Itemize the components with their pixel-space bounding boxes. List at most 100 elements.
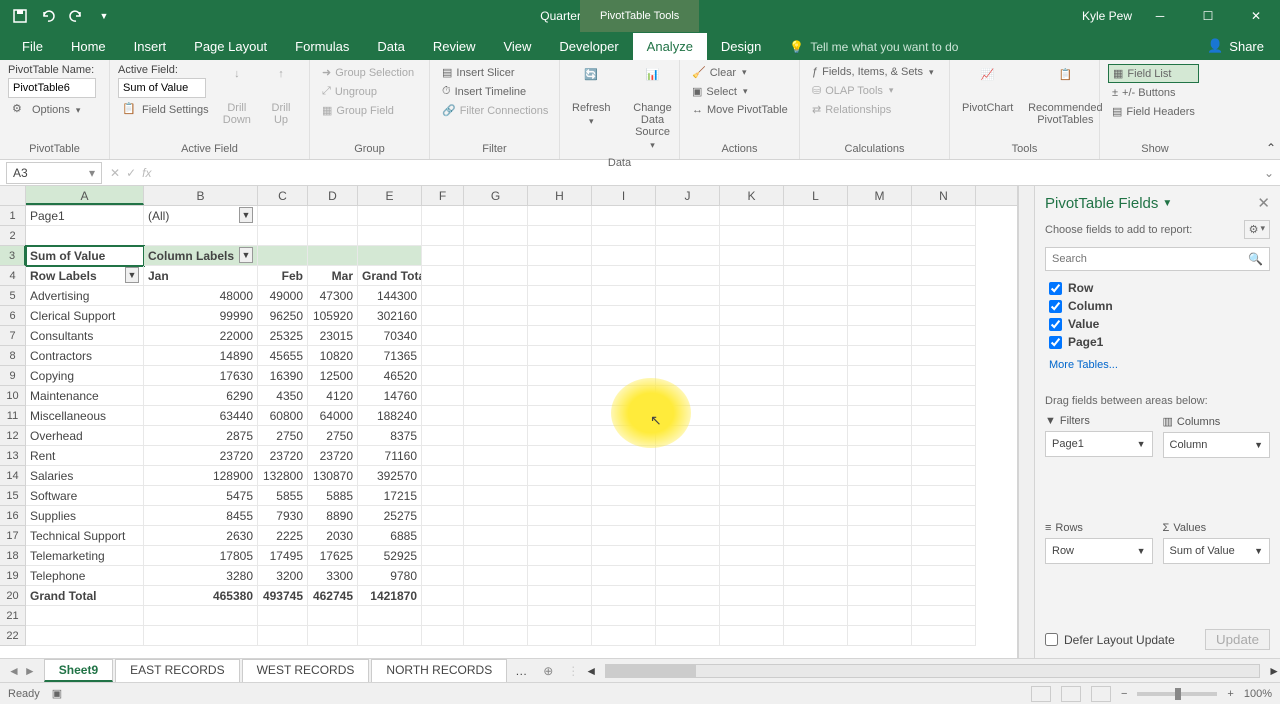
area-columns-item[interactable]: Column▼ xyxy=(1163,432,1271,458)
area-filters-item[interactable]: Page1▼ xyxy=(1045,431,1153,457)
cell[interactable] xyxy=(656,266,720,286)
redo-icon[interactable] xyxy=(64,4,88,28)
field-settings-button[interactable]: 📋Field Settings xyxy=(118,100,213,120)
cell[interactable] xyxy=(784,606,848,626)
cell[interactable]: 46520 xyxy=(358,366,422,386)
cell[interactable] xyxy=(464,306,528,326)
cell[interactable] xyxy=(656,386,720,406)
cell[interactable] xyxy=(422,586,464,606)
col-header-A[interactable]: A xyxy=(26,186,144,205)
cell[interactable] xyxy=(912,506,976,526)
row-header-11[interactable]: 11 xyxy=(0,406,26,426)
cell[interactable] xyxy=(912,606,976,626)
cell[interactable] xyxy=(720,526,784,546)
row-labels-cell[interactable]: Row Labels▼ xyxy=(26,266,144,286)
zoom-in-icon[interactable]: + xyxy=(1227,688,1233,700)
sheet-nav-prev-icon[interactable]: ◄ xyxy=(8,664,20,678)
cell[interactable] xyxy=(784,466,848,486)
row-header-9[interactable]: 9 xyxy=(0,366,26,386)
cell[interactable] xyxy=(528,426,592,446)
cell[interactable] xyxy=(784,406,848,426)
cell[interactable] xyxy=(422,606,464,626)
cell[interactable] xyxy=(848,306,912,326)
col-header-C[interactable]: C xyxy=(258,186,308,205)
col-header-F[interactable]: F xyxy=(422,186,464,205)
cell[interactable] xyxy=(26,606,144,626)
cell[interactable] xyxy=(720,286,784,306)
cell[interactable]: 392570 xyxy=(358,466,422,486)
col-header-D[interactable]: D xyxy=(308,186,358,205)
cell[interactable]: Grand Total xyxy=(358,266,422,286)
cell[interactable] xyxy=(464,566,528,586)
cell[interactable]: 8890 xyxy=(308,506,358,526)
cell[interactable]: 64000 xyxy=(308,406,358,426)
cell[interactable] xyxy=(784,306,848,326)
close-button[interactable]: ✕ xyxy=(1236,0,1276,32)
cell[interactable] xyxy=(528,626,592,646)
cell[interactable] xyxy=(656,586,720,606)
cell[interactable] xyxy=(422,466,464,486)
cell[interactable] xyxy=(720,466,784,486)
cell[interactable] xyxy=(464,226,528,246)
col-header-J[interactable]: J xyxy=(656,186,720,205)
cell[interactable] xyxy=(720,486,784,506)
field-checkbox[interactable] xyxy=(1049,282,1062,295)
col-header-I[interactable]: I xyxy=(592,186,656,205)
cell[interactable]: 5475 xyxy=(144,486,258,506)
refresh-button[interactable]: 🔄Refresh▾ xyxy=(568,64,615,131)
cell[interactable] xyxy=(358,206,422,226)
cell[interactable]: 63440 xyxy=(144,406,258,426)
cell[interactable] xyxy=(720,366,784,386)
cell[interactable]: 105920 xyxy=(308,306,358,326)
cell[interactable] xyxy=(848,386,912,406)
horizontal-scrollbar[interactable] xyxy=(605,664,1260,678)
cell[interactable] xyxy=(656,306,720,326)
cell[interactable] xyxy=(528,606,592,626)
cell[interactable]: 17805 xyxy=(144,546,258,566)
cell[interactable]: 17625 xyxy=(308,546,358,566)
cell[interactable] xyxy=(308,606,358,626)
row-label[interactable]: Advertising xyxy=(26,286,144,306)
page-filter-field[interactable]: Page1 xyxy=(26,206,144,226)
cell[interactable]: 4120 xyxy=(308,386,358,406)
plusminus-buttons-button[interactable]: ±+/- Buttons xyxy=(1108,85,1199,101)
cell[interactable]: Jan xyxy=(144,266,258,286)
expand-formula-bar-icon[interactable]: ⌄ xyxy=(1264,166,1280,180)
cell[interactable] xyxy=(258,626,308,646)
cell[interactable] xyxy=(528,346,592,366)
cell[interactable] xyxy=(528,406,592,426)
cell[interactable] xyxy=(720,446,784,466)
minimize-button[interactable]: ─ xyxy=(1140,0,1180,32)
row-header-4[interactable]: 4 xyxy=(0,266,26,286)
cell[interactable] xyxy=(422,206,464,226)
cell[interactable] xyxy=(358,246,422,266)
cell[interactable] xyxy=(464,206,528,226)
cell[interactable]: 10820 xyxy=(308,346,358,366)
grand-total-row[interactable]: Grand Total xyxy=(26,586,144,606)
cell[interactable] xyxy=(258,206,308,226)
sheet-more-icon[interactable]: … xyxy=(507,664,535,678)
field-checkbox[interactable] xyxy=(1049,336,1062,349)
cell[interactable] xyxy=(528,306,592,326)
cell[interactable] xyxy=(720,546,784,566)
col-header-H[interactable]: H xyxy=(528,186,592,205)
cell[interactable] xyxy=(848,586,912,606)
tab-design[interactable]: Design xyxy=(707,33,775,60)
cell[interactable] xyxy=(720,566,784,586)
cell[interactable] xyxy=(592,366,656,386)
cell[interactable] xyxy=(912,586,976,606)
col-header-E[interactable]: E xyxy=(358,186,422,205)
view-pagebreak-icon[interactable] xyxy=(1091,686,1111,702)
cell[interactable] xyxy=(592,266,656,286)
cell[interactable] xyxy=(720,626,784,646)
cell[interactable] xyxy=(848,266,912,286)
cell[interactable] xyxy=(464,626,528,646)
cell[interactable] xyxy=(912,346,976,366)
cell[interactable] xyxy=(528,246,592,266)
cell[interactable] xyxy=(656,326,720,346)
cell[interactable]: 132800 xyxy=(258,466,308,486)
cell[interactable]: 2630 xyxy=(144,526,258,546)
qat-customize-icon[interactable]: ▼ xyxy=(92,4,116,28)
cell[interactable] xyxy=(308,246,358,266)
row-label[interactable]: Overhead xyxy=(26,426,144,446)
